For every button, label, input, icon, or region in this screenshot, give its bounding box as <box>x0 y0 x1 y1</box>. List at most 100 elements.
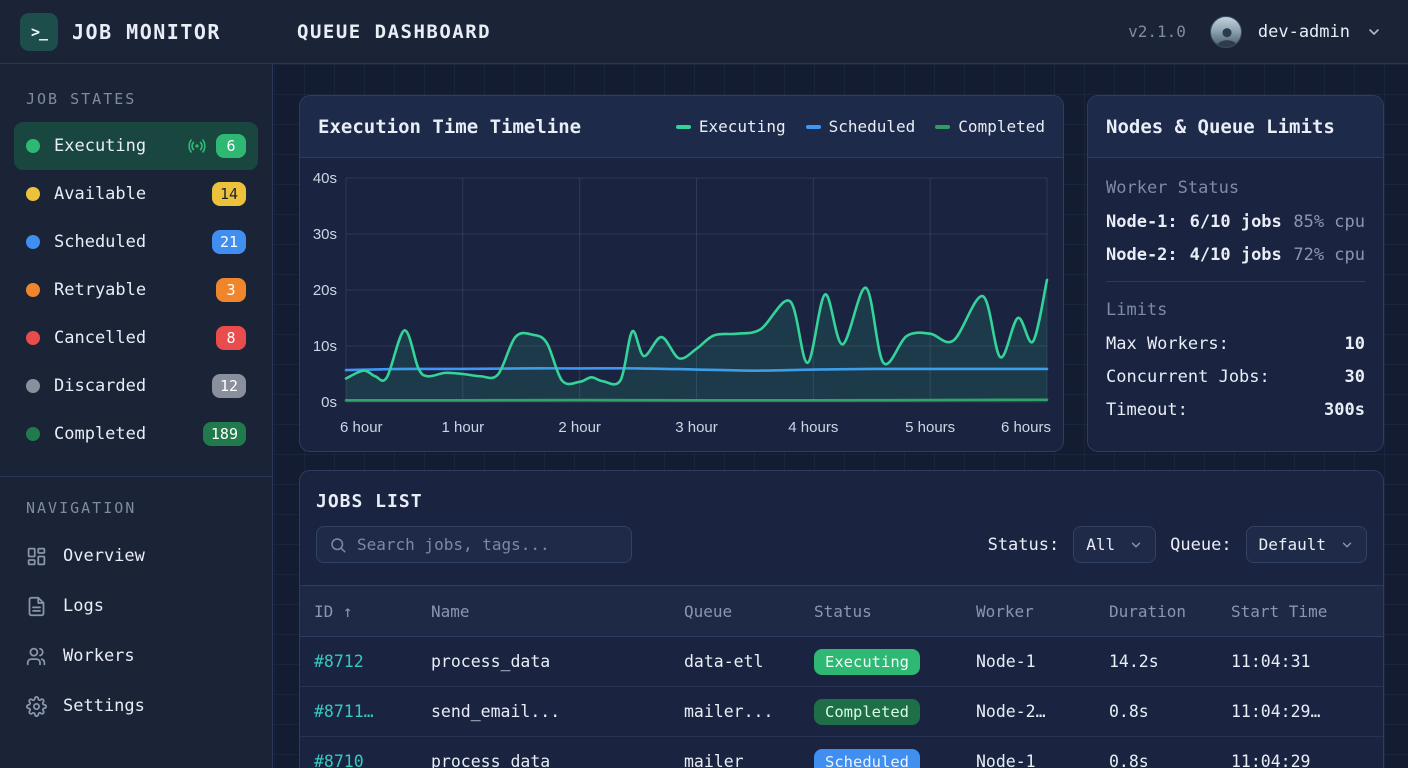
chart-title: Execution Time Timeline <box>318 115 582 138</box>
version-label: v2.1.0 <box>1128 22 1186 41</box>
status-filter-label: Status: <box>987 534 1060 555</box>
user-menu-chevron-down-icon[interactable] <box>1366 24 1382 40</box>
svg-text:2 hour: 2 hour <box>558 419 601 436</box>
sidebar-item-executing[interactable]: Executing 6 <box>14 122 258 170</box>
main-content: Execution Time Timeline Executing Schedu… <box>274 64 1408 768</box>
executing-count-badge: 6 <box>216 134 246 158</box>
timeline-chart: 0s 10s 20s 30s 40s 6 hour 1 hour 2 hour 3 hour 4 … <box>300 158 1063 450</box>
node-2-status: Node-2: 4/10 jobs 72% cpu <box>1106 245 1365 265</box>
sidebar-item-retryable[interactable]: Retryable 3 <box>14 266 258 314</box>
timeout-row: Timeout: 300s <box>1106 400 1365 420</box>
sidebar-item-overview[interactable]: Overview <box>14 531 258 581</box>
jobs-table: ID ↑ Name Queue Status Worker Duration S… <box>300 585 1383 768</box>
job-id-link[interactable]: #8712 <box>314 652 431 671</box>
svg-text:6 hour: 6 hour <box>340 419 383 436</box>
concurrent-jobs-row: Concurrent Jobs: 30 <box>1106 367 1365 387</box>
sidebar: JOB STATES Executing 6 Available 14 Sche… <box>0 64 273 768</box>
search-icon <box>329 536 347 554</box>
top-bar: >_ JOB MONITOR QUEUE DASHBOARD v2.1.0 de… <box>0 0 1408 64</box>
legend-scheduled: Scheduled <box>805 117 915 136</box>
table-row[interactable]: #8711… send_email... mailer... Completed… <box>300 687 1383 737</box>
svg-text:20s: 20s <box>313 282 337 299</box>
limits-divider <box>1106 281 1365 282</box>
column-status[interactable]: Status <box>814 602 976 621</box>
document-icon <box>26 596 47 617</box>
execution-timeline-card: Execution Time Timeline Executing Schedu… <box>299 95 1064 452</box>
svg-text:5 hours: 5 hours <box>905 419 955 436</box>
gear-icon <box>26 695 47 717</box>
executing-line-swatch-icon <box>675 124 691 129</box>
scheduled-dot-icon <box>26 235 40 249</box>
sidebar-item-logs[interactable]: Logs <box>14 581 258 631</box>
discarded-dot-icon <box>26 379 40 393</box>
table-row[interactable]: #8710 process_data mailer Scheduled Node… <box>300 737 1383 768</box>
sidebar-item-discarded[interactable]: Discarded 12 <box>14 362 258 410</box>
sidebar-item-available[interactable]: Available 14 <box>14 170 258 218</box>
people-icon <box>26 646 47 667</box>
executing-dot-icon <box>26 139 40 153</box>
page-title: QUEUE DASHBOARD <box>297 20 492 43</box>
sidebar-item-scheduled[interactable]: Scheduled 21 <box>14 218 258 266</box>
scheduled-count-badge: 21 <box>211 230 246 254</box>
svg-text:4 hours: 4 hours <box>788 419 838 436</box>
available-dot-icon <box>26 187 40 201</box>
jobs-list-heading: JOBS LIST <box>316 491 423 512</box>
column-name[interactable]: Name <box>431 602 684 621</box>
jobs-table-header: ID ↑ Name Queue Status Worker Duration S… <box>300 585 1383 637</box>
column-queue[interactable]: Queue <box>684 602 814 621</box>
worker-status-heading: Worker Status <box>1106 178 1240 198</box>
svg-text:0s: 0s <box>321 394 337 411</box>
nodes-card-title: Nodes & Queue Limits <box>1106 115 1335 138</box>
column-id[interactable]: ID ↑ <box>314 602 431 621</box>
legend-completed: Completed <box>935 117 1045 136</box>
cancelled-count-badge: 8 <box>216 326 246 350</box>
available-count-badge: 14 <box>211 182 246 206</box>
column-start-time[interactable]: Start Time <box>1231 602 1383 621</box>
svg-text:10s: 10s <box>313 338 337 355</box>
user-avatar[interactable] <box>1209 15 1242 48</box>
svg-text:40s: 40s <box>313 170 337 187</box>
terminal-icon: >_ <box>20 12 58 51</box>
max-workers-row: Max Workers: 10 <box>1106 334 1365 354</box>
live-radio-icon <box>187 136 207 156</box>
app-brand: >_ JOB MONITOR <box>0 12 273 51</box>
queue-filter-select[interactable]: Default <box>1245 526 1367 563</box>
status-badge: Executing <box>814 648 920 675</box>
queue-filter-label: Queue: <box>1170 534 1232 555</box>
cancelled-dot-icon <box>26 331 40 345</box>
legend-executing: Executing <box>675 117 786 136</box>
app-title: JOB MONITOR <box>72 19 221 44</box>
retryable-dot-icon <box>26 283 40 297</box>
sidebar-item-completed[interactable]: Completed 189 <box>14 410 258 458</box>
navigation-heading: NAVIGATION <box>26 499 137 517</box>
completed-line-swatch-icon <box>935 124 951 129</box>
sidebar-item-workers[interactable]: Workers <box>14 631 258 681</box>
table-row[interactable]: #8712 process_data data-etl Executing No… <box>300 637 1383 687</box>
discarded-count-badge: 12 <box>211 374 246 398</box>
chart-legend: Executing Scheduled Completed <box>675 117 1045 136</box>
nodes-limits-card: Nodes & Queue Limits Worker Status Node-… <box>1087 95 1384 452</box>
svg-text:3 hour: 3 hour <box>675 419 718 436</box>
jobs-search[interactable] <box>316 526 632 563</box>
sidebar-item-cancelled[interactable]: Cancelled 8 <box>14 314 258 362</box>
sidebar-item-settings[interactable]: Settings <box>14 681 258 731</box>
job-id-link[interactable]: #8710 <box>314 752 431 768</box>
column-duration[interactable]: Duration <box>1109 602 1231 621</box>
retryable-count-badge: 3 <box>216 278 246 302</box>
chart-card-header: Execution Time Timeline Executing Schedu… <box>300 96 1063 158</box>
sidebar-divider <box>0 476 272 477</box>
search-input[interactable] <box>357 535 619 554</box>
svg-text:1 hour: 1 hour <box>442 419 485 436</box>
status-badge: Completed <box>814 698 920 725</box>
scheduled-line-swatch-icon <box>805 124 821 129</box>
status-chevron-down-icon <box>1129 538 1143 552</box>
queue-chevron-down-icon <box>1340 538 1354 552</box>
user-name: dev-admin <box>1257 21 1350 42</box>
nodes-card-header: Nodes & Queue Limits <box>1088 96 1383 158</box>
job-id-link[interactable]: #8711… <box>314 702 431 721</box>
jobs-list-card: JOBS LIST Status: All Queue: Default <box>299 470 1384 768</box>
status-badge: Scheduled <box>814 748 920 768</box>
status-filter-select[interactable]: All <box>1073 526 1157 563</box>
svg-text:30s: 30s <box>313 226 337 243</box>
column-worker[interactable]: Worker <box>976 602 1109 621</box>
